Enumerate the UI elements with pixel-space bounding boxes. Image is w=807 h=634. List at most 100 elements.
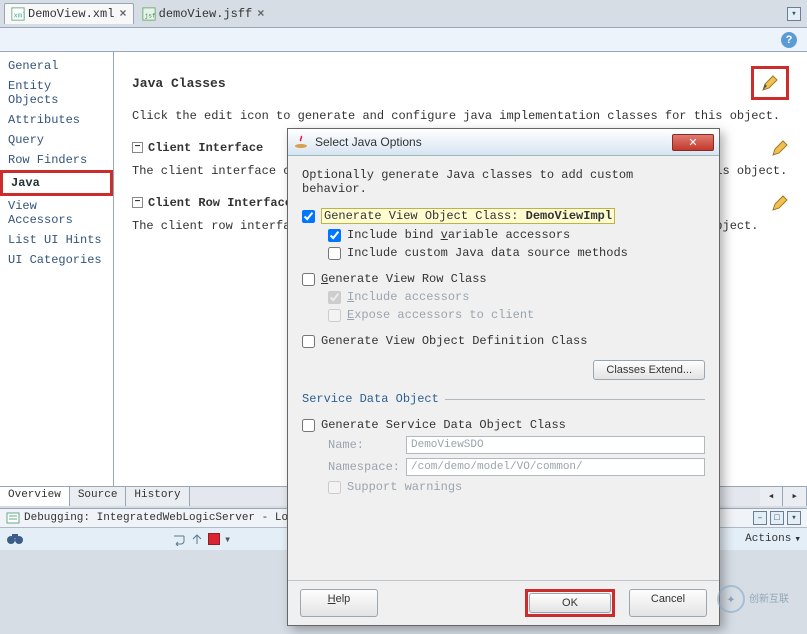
edit-java-classes-button[interactable] (751, 66, 789, 100)
include-custom-label: Include custom Java data source methods (347, 246, 628, 260)
generate-sdo-row[interactable]: Generate Service Data Object Class (302, 418, 705, 432)
generate-def-class-checkbox[interactable] (302, 335, 315, 348)
tab-label: DemoView.xml (28, 7, 114, 21)
generate-view-object-checkbox[interactable] (302, 210, 315, 223)
scroll-left-icon[interactable]: ◂ (760, 487, 784, 506)
collapse-icon[interactable]: − (132, 142, 143, 153)
tab-demoview-xml[interactable]: xml DemoView.xml × (4, 3, 134, 24)
sidebar-item-view-accessors[interactable]: View Accessors (0, 196, 113, 230)
generate-view-row-row[interactable]: Generate View Row Class (302, 272, 705, 286)
sidebar-item-row-finders[interactable]: Row Finders (0, 150, 113, 170)
actions-label: Actions (745, 533, 791, 545)
sdo-legend: Service Data Object (302, 392, 445, 406)
chevron-down-icon[interactable]: ▾ (224, 532, 231, 547)
debug-title: Debugging: IntegratedWebLogicServer - Lo… (24, 512, 295, 524)
sdo-namespace-label: Namespace: (328, 460, 406, 474)
tab-overview[interactable]: Overview (0, 487, 70, 506)
scroll-right-icon[interactable]: ▸ (783, 487, 807, 506)
inc-bind-pre: Include bind (347, 228, 441, 242)
sidebar: General Entity Objects Attributes Query … (0, 52, 114, 500)
generate-def-class-label: Generate View Object Definition Class (321, 334, 587, 348)
select-java-options-dialog: Select Java Options ✕ Optionally generat… (287, 128, 720, 626)
close-icon[interactable]: × (119, 7, 126, 21)
expose-post: xpose accessors to client (354, 308, 534, 322)
support-warnings-checkbox (328, 481, 341, 494)
gen-vo-class-name: DemoViewImpl (526, 209, 612, 223)
include-accessors-row: Include accessors (328, 290, 705, 304)
service-data-object-group: Service Data Object Generate Service Dat… (302, 392, 705, 498)
sidebar-item-general[interactable]: General (0, 56, 113, 76)
client-row-interface-title: Client Row Interface (148, 196, 292, 210)
gen-row-post: enerate View Row Class (328, 272, 486, 286)
svg-text:jsf: jsf (144, 12, 155, 19)
expose-accessors-checkbox (328, 309, 341, 322)
ok-button[interactable]: OK (529, 593, 611, 613)
sdo-name-field (406, 436, 705, 454)
collapse-icon[interactable]: − (132, 197, 143, 208)
maximize-icon[interactable]: □ (770, 511, 784, 525)
sidebar-item-query[interactable]: Query (0, 130, 113, 150)
dialog-title: Select Java Options (315, 135, 422, 149)
log-icon (6, 511, 20, 525)
tab-demoview-jsff[interactable]: jsf demoView.jsff × (136, 4, 271, 24)
include-bind-var-row[interactable]: Include bind variable accessors (328, 228, 705, 242)
sidebar-item-ui-categories[interactable]: UI Categories (0, 250, 113, 270)
support-warnings-label: Support warnings (347, 480, 462, 494)
minimize-icon[interactable]: – (753, 511, 767, 525)
gen-vo-label: Generate View Object Class: (324, 209, 526, 223)
tab-source[interactable]: Source (70, 487, 127, 506)
support-warnings-row: Support warnings (328, 480, 705, 494)
dropdown-icon[interactable]: ▾ (787, 511, 801, 525)
generate-view-object-row[interactable]: Generate View Object Class: DemoViewImpl (302, 208, 705, 224)
tab-history[interactable]: History (126, 487, 189, 506)
svg-text:xml: xml (14, 13, 25, 21)
include-custom-datasource-row[interactable]: Include custom Java data source methods (328, 246, 705, 260)
jsff-file-icon: jsf (142, 7, 156, 21)
xml-file-icon: xml (11, 7, 25, 21)
close-icon[interactable]: × (257, 7, 264, 21)
sidebar-item-list-ui-hints[interactable]: List UI Hints (0, 230, 113, 250)
generate-def-class-row[interactable]: Generate View Object Definition Class (302, 334, 705, 348)
include-bind-var-checkbox[interactable] (328, 229, 341, 242)
dropdown-icon[interactable]: ▾ (787, 7, 801, 21)
tab-label: demoView.jsff (159, 7, 253, 21)
binoculars-icon[interactable] (6, 531, 24, 547)
sidebar-item-entity-objects[interactable]: Entity Objects (0, 76, 113, 110)
sdo-namespace-field (406, 458, 705, 476)
pencil-icon (761, 74, 779, 92)
page-title: Java Classes (132, 76, 226, 91)
java-icon (293, 134, 309, 150)
inc-acc-post: nclude accessors (354, 290, 469, 304)
classes-extend-button[interactable]: Classes Extend... (593, 360, 705, 380)
pencil-icon[interactable] (771, 139, 789, 157)
expose-accessors-row: Expose accessors to client (328, 308, 705, 322)
include-custom-datasource-checkbox[interactable] (328, 247, 341, 260)
chevron-down-icon: ▾ (794, 532, 801, 546)
sdo-name-label: Name: (328, 438, 406, 452)
stop-icon[interactable] (208, 533, 220, 545)
pencil-icon[interactable] (771, 194, 789, 212)
wrap-icon[interactable] (172, 532, 186, 546)
dialog-titlebar[interactable]: Select Java Options ✕ (288, 129, 719, 156)
watermark-text: 创新互联 (749, 594, 789, 605)
actions-menu[interactable]: Actions ▾ (745, 532, 801, 546)
cancel-button[interactable]: Cancel (629, 589, 707, 617)
help-icon[interactable]: ? (781, 32, 797, 48)
inc-bind-post: ariable accessors (448, 228, 570, 242)
dialog-note: Optionally generate Java classes to add … (302, 168, 705, 196)
generate-sdo-checkbox[interactable] (302, 419, 315, 432)
generate-sdo-label: Generate Service Data Object Class (321, 418, 566, 432)
include-accessors-checkbox (328, 291, 341, 304)
help-button[interactable]: HHelpelp (300, 589, 378, 617)
dialog-close-button[interactable]: ✕ (672, 134, 714, 151)
client-interface-title: Client Interface (148, 141, 263, 155)
sidebar-item-attributes[interactable]: Attributes (0, 110, 113, 130)
up-arrow-icon[interactable] (190, 532, 204, 546)
sidebar-item-java[interactable]: Java (0, 170, 113, 196)
help-bar: ? (0, 28, 807, 52)
watermark: ✦ 创新互联 (717, 582, 801, 616)
generate-view-row-checkbox[interactable] (302, 273, 315, 286)
java-classes-desc: Click the edit icon to generate and conf… (132, 108, 789, 125)
file-tabs: xml DemoView.xml × jsf demoView.jsff × ▾ (0, 0, 807, 28)
watermark-logo-icon: ✦ (717, 585, 745, 613)
